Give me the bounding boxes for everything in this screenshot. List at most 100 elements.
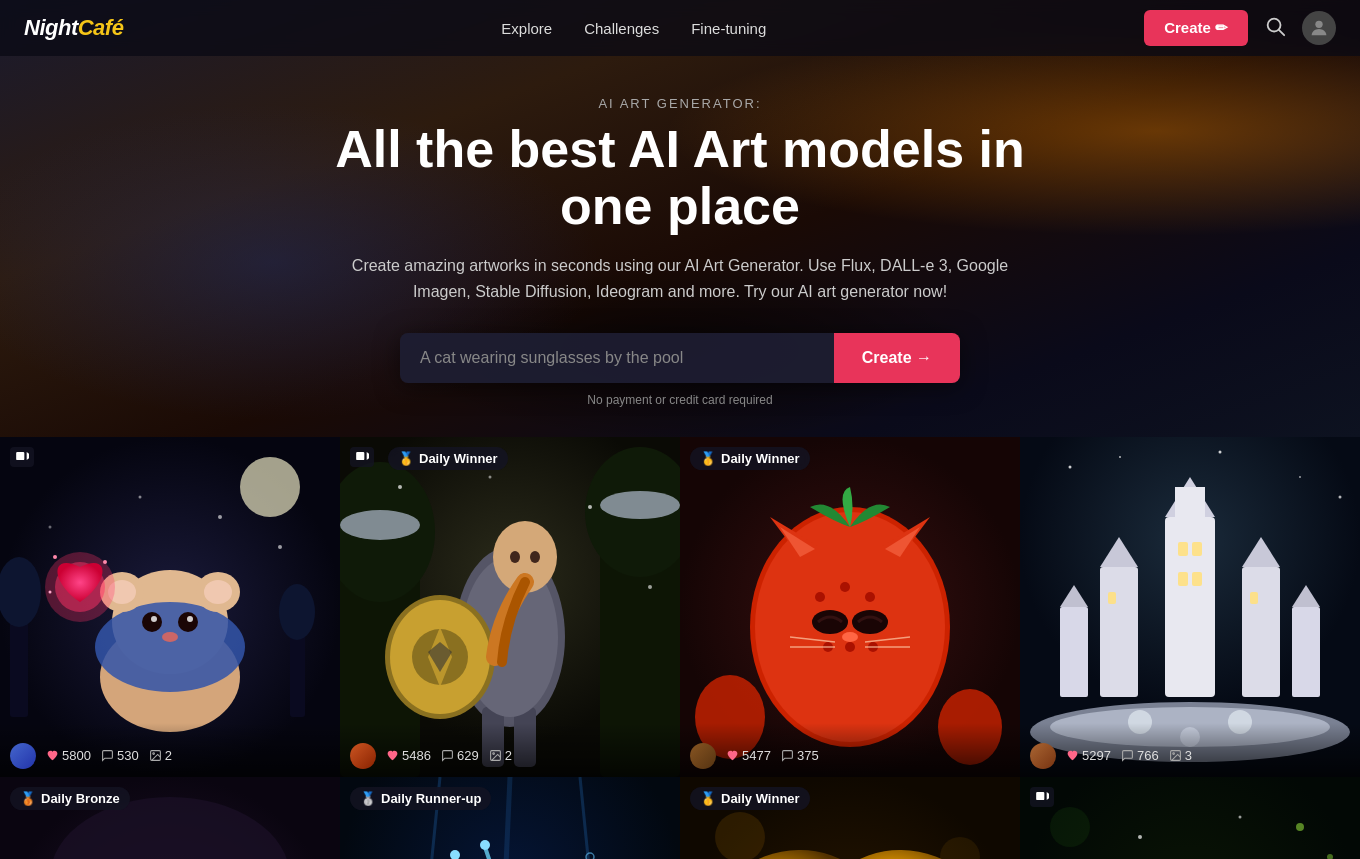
likes-stat: 5477 <box>726 748 771 763</box>
logo[interactable]: NightCafé <box>24 15 123 41</box>
svg-point-28 <box>278 545 282 549</box>
hero-description: Create amazing artworks in seconds using… <box>350 253 1010 304</box>
likes-stat: 5800 <box>46 748 91 763</box>
svg-point-70 <box>812 610 848 634</box>
hero-create-button[interactable]: Create → <box>834 333 960 383</box>
svg-point-27 <box>139 495 142 498</box>
svg-point-11 <box>95 602 245 692</box>
hero-content: AI ART GENERATOR: All the best AI Art mo… <box>300 56 1060 437</box>
svg-rect-101 <box>1250 592 1258 604</box>
svg-point-24 <box>103 560 107 564</box>
gallery-item[interactable]: 🥉 Daily Bronze <box>0 777 340 859</box>
svg-point-58 <box>492 753 494 755</box>
images-stat: 2 <box>149 748 172 763</box>
svg-point-26 <box>218 515 222 519</box>
avatar[interactable] <box>1302 11 1336 45</box>
images-stat: 2 <box>489 748 512 763</box>
gallery-item[interactable] <box>1020 777 1360 859</box>
svg-rect-98 <box>1178 572 1188 586</box>
nav-right: Create ✏ <box>1144 10 1336 46</box>
search-icon[interactable] <box>1264 15 1286 42</box>
item-avatar <box>690 743 716 769</box>
nav-links: Explore Challenges Fine-tuning <box>501 20 766 37</box>
svg-point-165 <box>1296 823 1304 831</box>
hero-subtitle: AI ART GENERATOR: <box>320 96 1040 111</box>
svg-point-83 <box>1299 476 1301 478</box>
nav-finetuning[interactable]: Fine-tuning <box>691 20 766 37</box>
comments-stat: 629 <box>441 748 479 763</box>
svg-point-17 <box>178 612 198 632</box>
nav-create-button[interactable]: Create ✏ <box>1144 10 1248 46</box>
svg-point-50 <box>530 551 540 563</box>
svg-point-53 <box>489 475 492 478</box>
hero-input-row: Create → <box>400 333 960 383</box>
svg-point-20 <box>162 632 178 642</box>
nav-explore[interactable]: Explore <box>501 20 552 37</box>
gallery-item[interactable]: 🥇 Daily Winner 5486 629 2 <box>340 437 680 777</box>
hero-section: AI ART GENERATOR: All the best AI Art mo… <box>0 0 1360 437</box>
svg-point-29 <box>49 525 52 528</box>
svg-rect-97 <box>1192 542 1202 556</box>
svg-point-82 <box>1219 450 1222 453</box>
gallery-item[interactable]: 5800 530 2 <box>0 437 340 777</box>
svg-rect-176 <box>1036 791 1044 799</box>
svg-marker-31 <box>27 451 29 459</box>
item-avatar <box>1030 743 1056 769</box>
svg-point-108 <box>1172 753 1174 755</box>
svg-point-18 <box>151 616 157 622</box>
svg-rect-90 <box>1242 567 1280 697</box>
svg-point-40 <box>600 491 680 519</box>
svg-rect-55 <box>356 451 364 459</box>
video-badge <box>10 447 34 467</box>
svg-point-25 <box>49 590 52 593</box>
svg-marker-177 <box>1047 791 1049 799</box>
svg-point-84 <box>1339 495 1342 498</box>
likes-stat: 5297 <box>1066 748 1111 763</box>
likes-stat: 5486 <box>386 748 431 763</box>
svg-point-71 <box>852 610 888 634</box>
svg-point-19 <box>187 616 193 622</box>
svg-rect-87 <box>1175 487 1205 522</box>
daily-winner-badge: 🥇 Daily Winner <box>388 447 508 470</box>
item-footer: 5486 629 2 <box>340 723 680 777</box>
daily-winner-badge: 🥇 Daily Winner <box>690 447 810 470</box>
video-badge <box>350 447 374 467</box>
nav-challenges[interactable]: Challenges <box>584 20 659 37</box>
navbar: NightCafé Explore Challenges Fine-tuning… <box>0 0 1360 56</box>
svg-point-15 <box>204 580 232 604</box>
svg-point-52 <box>588 505 592 509</box>
svg-point-16 <box>142 612 162 632</box>
gallery-item[interactable]: 5297 766 3 <box>1020 437 1360 777</box>
svg-point-81 <box>1119 456 1121 458</box>
svg-point-67 <box>845 642 855 652</box>
svg-rect-30 <box>16 451 24 459</box>
hero-title: All the best AI Art models in one place <box>320 121 1040 235</box>
svg-point-62 <box>815 592 825 602</box>
svg-rect-92 <box>1060 607 1088 697</box>
item-footer: 5297 766 3 <box>1020 723 1360 777</box>
gallery-grid: 5800 530 2 <box>0 437 1360 859</box>
daily-bronze-badge: 🥉 Daily Bronze <box>10 787 130 810</box>
svg-point-63 <box>840 582 850 592</box>
svg-point-49 <box>510 551 520 563</box>
svg-point-171 <box>1138 835 1142 839</box>
svg-rect-94 <box>1292 607 1320 697</box>
svg-rect-88 <box>1100 567 1138 697</box>
gallery-item[interactable]: 🥈 Daily Runner-up <box>340 777 680 859</box>
svg-point-61 <box>755 512 945 742</box>
svg-point-64 <box>865 592 875 602</box>
item-stats: 5477 375 <box>726 748 819 763</box>
prompt-input[interactable] <box>400 333 834 383</box>
svg-rect-96 <box>1178 542 1188 556</box>
comments-stat: 766 <box>1121 748 1159 763</box>
daily-winner-badge: 🥇 Daily Winner <box>690 787 810 810</box>
svg-point-80 <box>1069 465 1072 468</box>
gallery-item[interactable]: 🥇 Daily Winner 5477 375 <box>680 437 1020 777</box>
svg-point-172 <box>1239 815 1242 818</box>
item-footer: 5477 375 <box>680 723 1020 777</box>
svg-point-54 <box>648 585 652 589</box>
gallery-item[interactable]: 🥇 Daily Winner <box>680 777 1020 859</box>
svg-point-131 <box>480 840 490 850</box>
item-avatar <box>10 743 36 769</box>
no-payment-text: No payment or credit card required <box>320 393 1040 407</box>
